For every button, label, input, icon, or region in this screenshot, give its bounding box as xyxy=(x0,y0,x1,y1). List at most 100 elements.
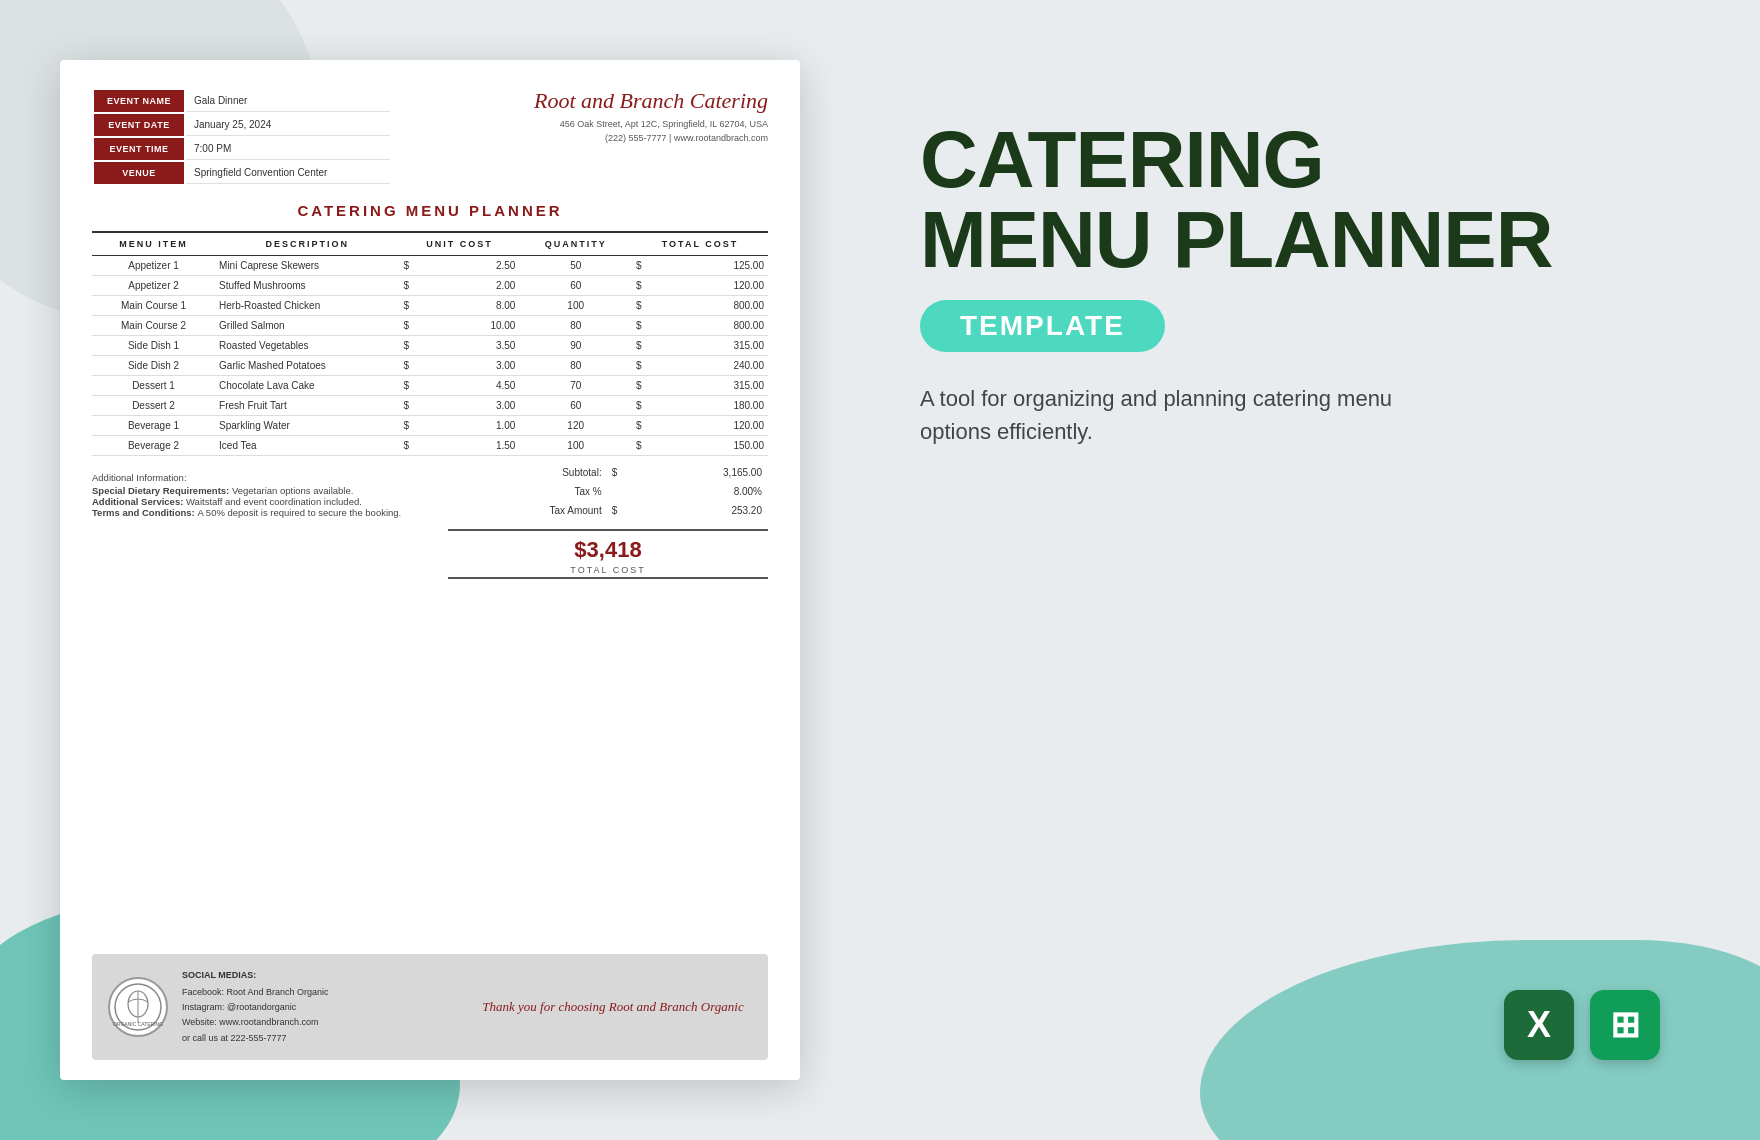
subtotal-row: Subtotal: $ 3,165.00 xyxy=(450,464,766,481)
footer-thanks: Thank you for choosing Root and Branch O… xyxy=(474,997,752,1017)
cell-unit-cost: $3.00 xyxy=(400,396,520,416)
sheets-symbol: ⊞ xyxy=(1610,1004,1640,1046)
tax-amount-row: Tax Amount $ 253.20 xyxy=(450,502,766,519)
dietary-value: Vegetarian options available. xyxy=(232,485,353,496)
cell-quantity: 80 xyxy=(519,356,632,376)
app-icons: X ⊞ xyxy=(1504,990,1660,1060)
footer-logo: ORGANIC CATERING xyxy=(108,977,168,1037)
cell-item: Appetizer 2 xyxy=(92,276,215,296)
cell-quantity: 90 xyxy=(519,336,632,356)
cell-total: $120.00 xyxy=(632,416,768,436)
cell-item: Beverage 1 xyxy=(92,416,215,436)
cell-unit-cost: $4.50 xyxy=(400,376,520,396)
dietary-label: Special Dietary Requirements: xyxy=(92,485,232,496)
totals-section: Subtotal: $ 3,165.00 Tax % 8.00% Tax Amo… xyxy=(448,462,768,579)
totals-table: Subtotal: $ 3,165.00 Tax % 8.00% Tax Amo… xyxy=(448,462,768,521)
terms-value: A 50% deposit is required to secure the … xyxy=(197,507,401,518)
cell-unit-cost: $1.00 xyxy=(400,416,520,436)
social-website: Website: www.rootandbranch.com xyxy=(182,1015,460,1030)
terms-label: Terms and Conditions: xyxy=(92,507,197,518)
col-menu-item: MENU ITEM xyxy=(92,232,215,256)
cell-description: Sparkling Water xyxy=(215,416,400,436)
table-row: Main Course 1 Herb-Roasted Chicken $8.00… xyxy=(92,296,768,316)
cell-total: $180.00 xyxy=(632,396,768,416)
grand-total-box: $3,418 TOTAL COST xyxy=(448,529,768,579)
cell-quantity: 120 xyxy=(519,416,632,436)
venue-row: VENUE Springfield Convention Center xyxy=(94,162,390,184)
event-name-value: Gala Dinner xyxy=(186,90,390,112)
event-date-label: EVENT DATE xyxy=(94,114,184,136)
table-row: Beverage 2 Iced Tea $1.50 100 $150.00 xyxy=(92,436,768,456)
col-quantity: QUANTITY xyxy=(519,232,632,256)
additional-info: Additional Information: Special Dietary … xyxy=(92,472,428,579)
sheets-icon[interactable]: ⊞ xyxy=(1590,990,1660,1060)
cell-total: $315.00 xyxy=(632,376,768,396)
cell-unit-cost: $10.00 xyxy=(400,316,520,336)
grand-total-label: TOTAL COST xyxy=(448,565,768,575)
menu-table: MENU ITEM DESCRIPTION UNIT COST QUANTITY… xyxy=(92,231,768,456)
social-title: SOCIAL MEDIAS: xyxy=(182,968,460,983)
additional-info-title: Additional Information: xyxy=(92,472,428,483)
cell-item: Side Dish 1 xyxy=(92,336,215,356)
table-row: Appetizer 2 Stuffed Mushrooms $2.00 60 $… xyxy=(92,276,768,296)
doc-header: EVENT NAME Gala Dinner EVENT DATE Januar… xyxy=(92,88,768,186)
description-text: A tool for organizing and planning cater… xyxy=(920,382,1420,448)
subtotal-dollar: $ xyxy=(608,464,643,481)
title-line1: CATERING xyxy=(920,120,1620,200)
cell-quantity: 50 xyxy=(519,256,632,276)
event-time-label: EVENT TIME xyxy=(94,138,184,160)
tax-amount-value: 253.20 xyxy=(645,502,766,519)
col-total-cost: TOTAL COST xyxy=(632,232,768,256)
cell-quantity: 80 xyxy=(519,316,632,336)
table-row: Beverage 1 Sparkling Water $1.00 120 $12… xyxy=(92,416,768,436)
subtotal-label: Subtotal: xyxy=(450,464,606,481)
cell-total: $125.00 xyxy=(632,256,768,276)
document-card: EVENT NAME Gala Dinner EVENT DATE Januar… xyxy=(60,60,800,1080)
cell-description: Iced Tea xyxy=(215,436,400,456)
cell-item: Appetizer 1 xyxy=(92,256,215,276)
cell-total: $150.00 xyxy=(632,436,768,456)
tax-value: 8.00% xyxy=(645,483,766,500)
table-row: Dessert 1 Chocolate Lava Cake $4.50 70 $… xyxy=(92,376,768,396)
dietary-info: Special Dietary Requirements: Vegetarian… xyxy=(92,485,428,496)
event-time-value: 7:00 PM xyxy=(186,138,390,160)
event-date-value: January 25, 2024 xyxy=(186,114,390,136)
cell-description: Chocolate Lava Cake xyxy=(215,376,400,396)
cell-description: Mini Caprese Skewers xyxy=(215,256,400,276)
tax-percent-row: Tax % 8.00% xyxy=(450,483,766,500)
tax-empty xyxy=(608,483,643,500)
cell-total: $120.00 xyxy=(632,276,768,296)
event-date-row: EVENT DATE January 25, 2024 xyxy=(94,114,390,136)
cell-unit-cost: $1.50 xyxy=(400,436,520,456)
cell-item: Side Dish 2 xyxy=(92,356,215,376)
excel-letter: X xyxy=(1527,1004,1551,1046)
bg-wave-right xyxy=(1200,940,1760,1140)
venue-label: VENUE xyxy=(94,162,184,184)
cell-description: Grilled Salmon xyxy=(215,316,400,336)
services-label: Additional Services: xyxy=(92,496,186,507)
services-value: Waitstaff and event coordination include… xyxy=(186,496,362,507)
table-row: Dessert 2 Fresh Fruit Tart $3.00 60 $180… xyxy=(92,396,768,416)
social-instagram: Instagram: @rootandorganic xyxy=(182,1000,460,1015)
cell-unit-cost: $3.50 xyxy=(400,336,520,356)
svg-text:ORGANIC CATERING: ORGANIC CATERING xyxy=(113,1021,163,1027)
cell-total: $800.00 xyxy=(632,296,768,316)
tax-amount-dollar: $ xyxy=(608,502,643,519)
cell-description: Fresh Fruit Tart xyxy=(215,396,400,416)
excel-icon[interactable]: X xyxy=(1504,990,1574,1060)
cell-description: Roasted Vegetables xyxy=(215,336,400,356)
brand-name: Root and Branch Catering xyxy=(534,88,768,114)
table-row: Side Dish 1 Roasted Vegetables $3.50 90 … xyxy=(92,336,768,356)
bottom-content: Additional Information: Special Dietary … xyxy=(92,462,768,579)
brand-contact-line: (222) 555-7777 | www.rootandbrach.com xyxy=(534,132,768,146)
table-row: Main Course 2 Grilled Salmon $10.00 80 $… xyxy=(92,316,768,336)
title-line2: MENU PLANNER xyxy=(920,200,1620,280)
col-unit-cost: UNIT COST xyxy=(400,232,520,256)
cell-total: $240.00 xyxy=(632,356,768,376)
footer-social: SOCIAL MEDIAS: Facebook: Root And Branch… xyxy=(182,968,460,1046)
cell-total: $315.00 xyxy=(632,336,768,356)
table-row: Appetizer 1 Mini Caprese Skewers $2.50 5… xyxy=(92,256,768,276)
tax-amount-label: Tax Amount xyxy=(450,502,606,519)
cell-quantity: 100 xyxy=(519,296,632,316)
table-header-row: MENU ITEM DESCRIPTION UNIT COST QUANTITY… xyxy=(92,232,768,256)
